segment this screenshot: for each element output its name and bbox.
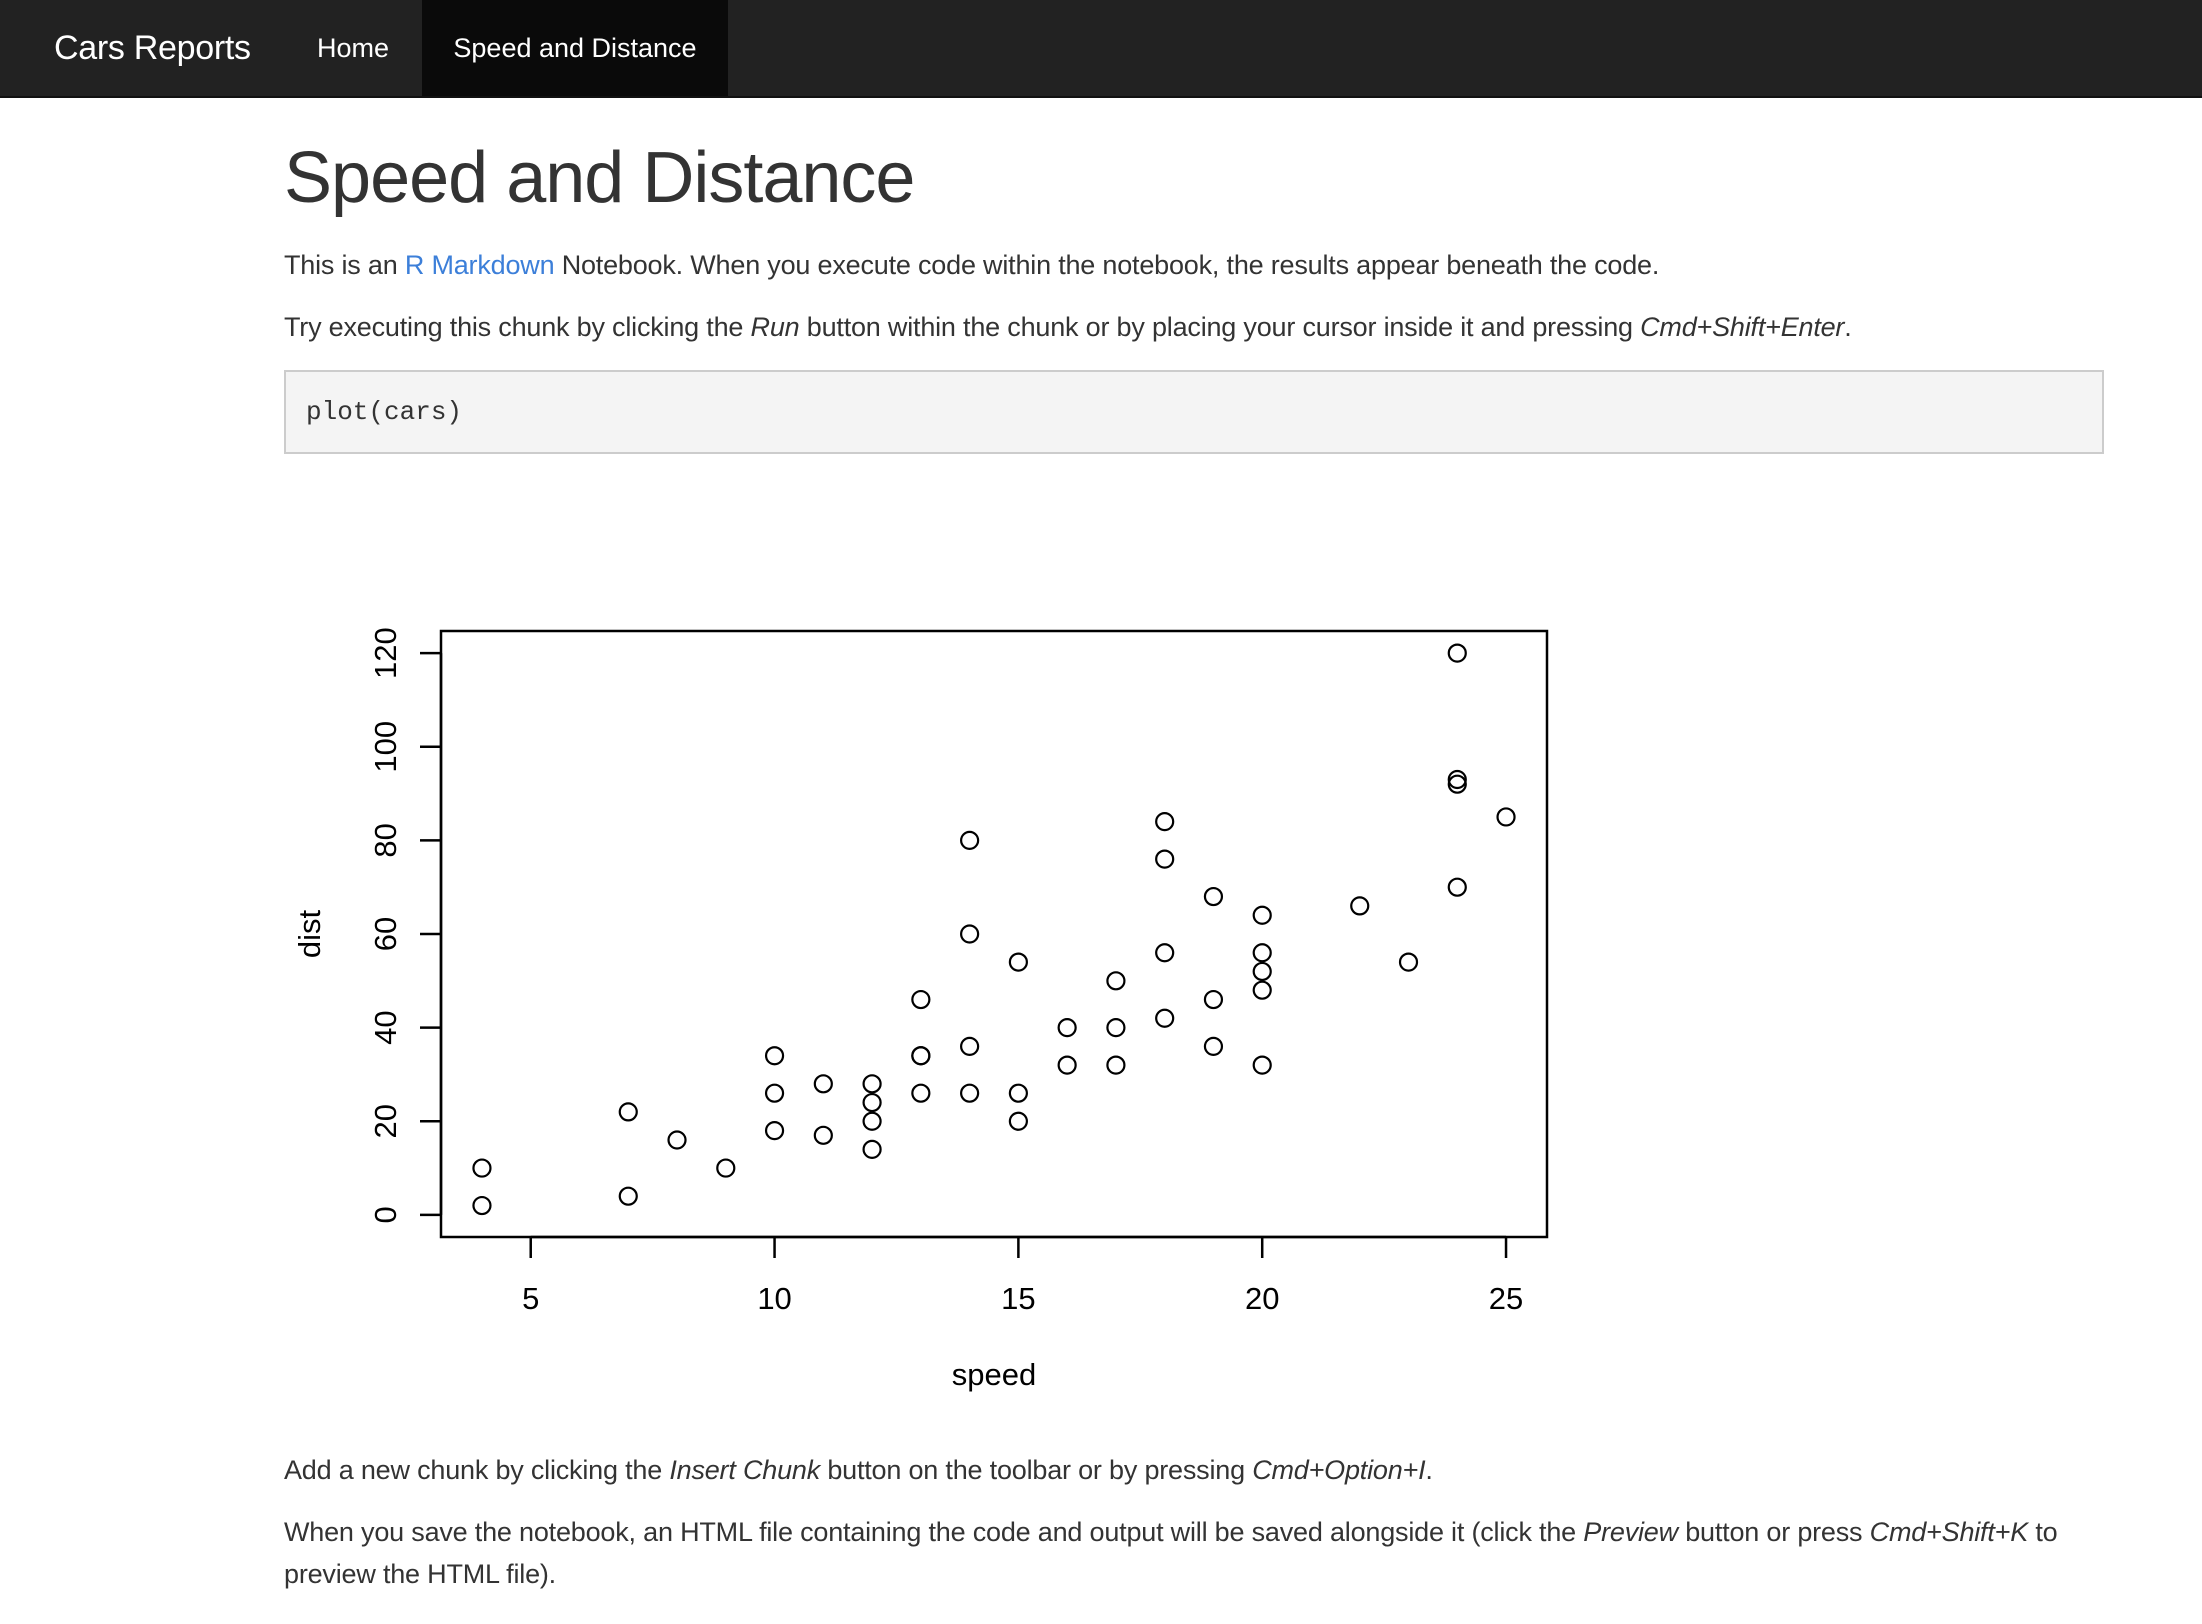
data-point <box>1252 905 1272 925</box>
save-text-middle: button or press <box>1677 1517 1870 1547</box>
data-point <box>618 1186 638 1206</box>
data-point <box>862 1111 882 1131</box>
data-point <box>1057 1055 1077 1075</box>
data-point <box>1106 971 1126 991</box>
data-point <box>1203 886 1224 907</box>
data-point <box>1155 849 1175 869</box>
data-point <box>1447 877 1467 897</box>
y-axis-label: dist <box>292 909 327 958</box>
y-tick-label: 100 <box>368 721 403 773</box>
data-point <box>862 1139 882 1159</box>
data-point <box>1496 807 1516 827</box>
save-notebook-paragraph: When you save the notebook, an HTML file… <box>284 1511 2104 1595</box>
data-point <box>1155 1008 1175 1028</box>
data-point <box>1106 1018 1126 1038</box>
data-point <box>911 1083 931 1103</box>
data-point <box>764 1046 785 1066</box>
preview-shortcut-em: Cmd+Shift+K <box>1869 1517 2029 1547</box>
data-point <box>960 830 980 850</box>
data-point <box>1155 812 1175 832</box>
insert-text-after: . <box>1425 1455 1433 1485</box>
data-point <box>1350 896 1370 916</box>
data-point <box>764 1121 785 1141</box>
plot-frame <box>439 629 1549 1239</box>
insert-text-middle: button on the toolbar or by pressing <box>820 1455 1253 1485</box>
y-tick-label: 80 <box>368 823 403 857</box>
x-tick-label: 20 <box>1245 1281 1279 1316</box>
data-point <box>862 1074 882 1094</box>
data-point <box>667 1130 687 1150</box>
y-tick-label: 40 <box>368 1010 403 1044</box>
data-point <box>862 1092 882 1113</box>
x-tick-label: 15 <box>1001 1281 1035 1316</box>
preview-em: Preview <box>1583 1517 1678 1547</box>
data-point <box>960 1036 980 1056</box>
save-text-before: When you save the notebook, an HTML file… <box>284 1517 1584 1547</box>
data-point <box>1057 1018 1077 1038</box>
data-point <box>1203 1036 1224 1056</box>
data-point <box>1252 961 1272 982</box>
x-tick-label: 5 <box>522 1281 539 1316</box>
data-point <box>813 1074 833 1094</box>
insert-shortcut-em: Cmd+Option+I <box>1252 1455 1426 1485</box>
data-point <box>1398 952 1419 972</box>
data-points <box>472 643 1516 1216</box>
data-point <box>960 924 980 944</box>
data-point <box>1008 952 1028 972</box>
data-point <box>911 989 931 1010</box>
y-tick-label: 60 <box>368 917 403 951</box>
data-point <box>472 1195 492 1216</box>
data-point <box>1252 943 1272 963</box>
insert-chunk-paragraph: Add a new chunk by clicking the Insert C… <box>284 1449 2104 1491</box>
data-point <box>764 1083 785 1103</box>
x-tick-label: 10 <box>757 1281 791 1316</box>
x-tick-label: 25 <box>1489 1281 1523 1316</box>
data-point <box>618 1102 638 1122</box>
data-point <box>960 1083 980 1103</box>
y-tick-label: 0 <box>368 1206 403 1223</box>
data-point <box>1252 980 1272 1000</box>
x-axis: 5 10 15 20 25 <box>522 1235 1523 1316</box>
insert-chunk-em: Insert Chunk <box>669 1455 821 1485</box>
data-point <box>472 1158 492 1178</box>
data-point <box>716 1158 736 1178</box>
scatter-plot: 5 10 15 20 25 0 20 40 60 80 100 120 speed dist <box>292 627 1549 1392</box>
data-point <box>1203 989 1224 1010</box>
data-point <box>813 1125 833 1145</box>
data-point <box>1447 643 1467 663</box>
data-point <box>911 1046 931 1066</box>
y-axis: 0 20 40 60 80 100 120 <box>368 627 443 1224</box>
y-tick-label: 20 <box>368 1104 403 1138</box>
data-point <box>1008 1083 1028 1103</box>
y-tick-label: 120 <box>368 627 403 679</box>
data-point <box>1252 1055 1272 1075</box>
x-axis-label: speed <box>952 1357 1036 1392</box>
data-point <box>1155 943 1175 963</box>
insert-text-before: Add a new chunk by clicking the <box>284 1455 670 1485</box>
data-point <box>1106 1055 1126 1075</box>
data-point <box>1008 1111 1028 1131</box>
